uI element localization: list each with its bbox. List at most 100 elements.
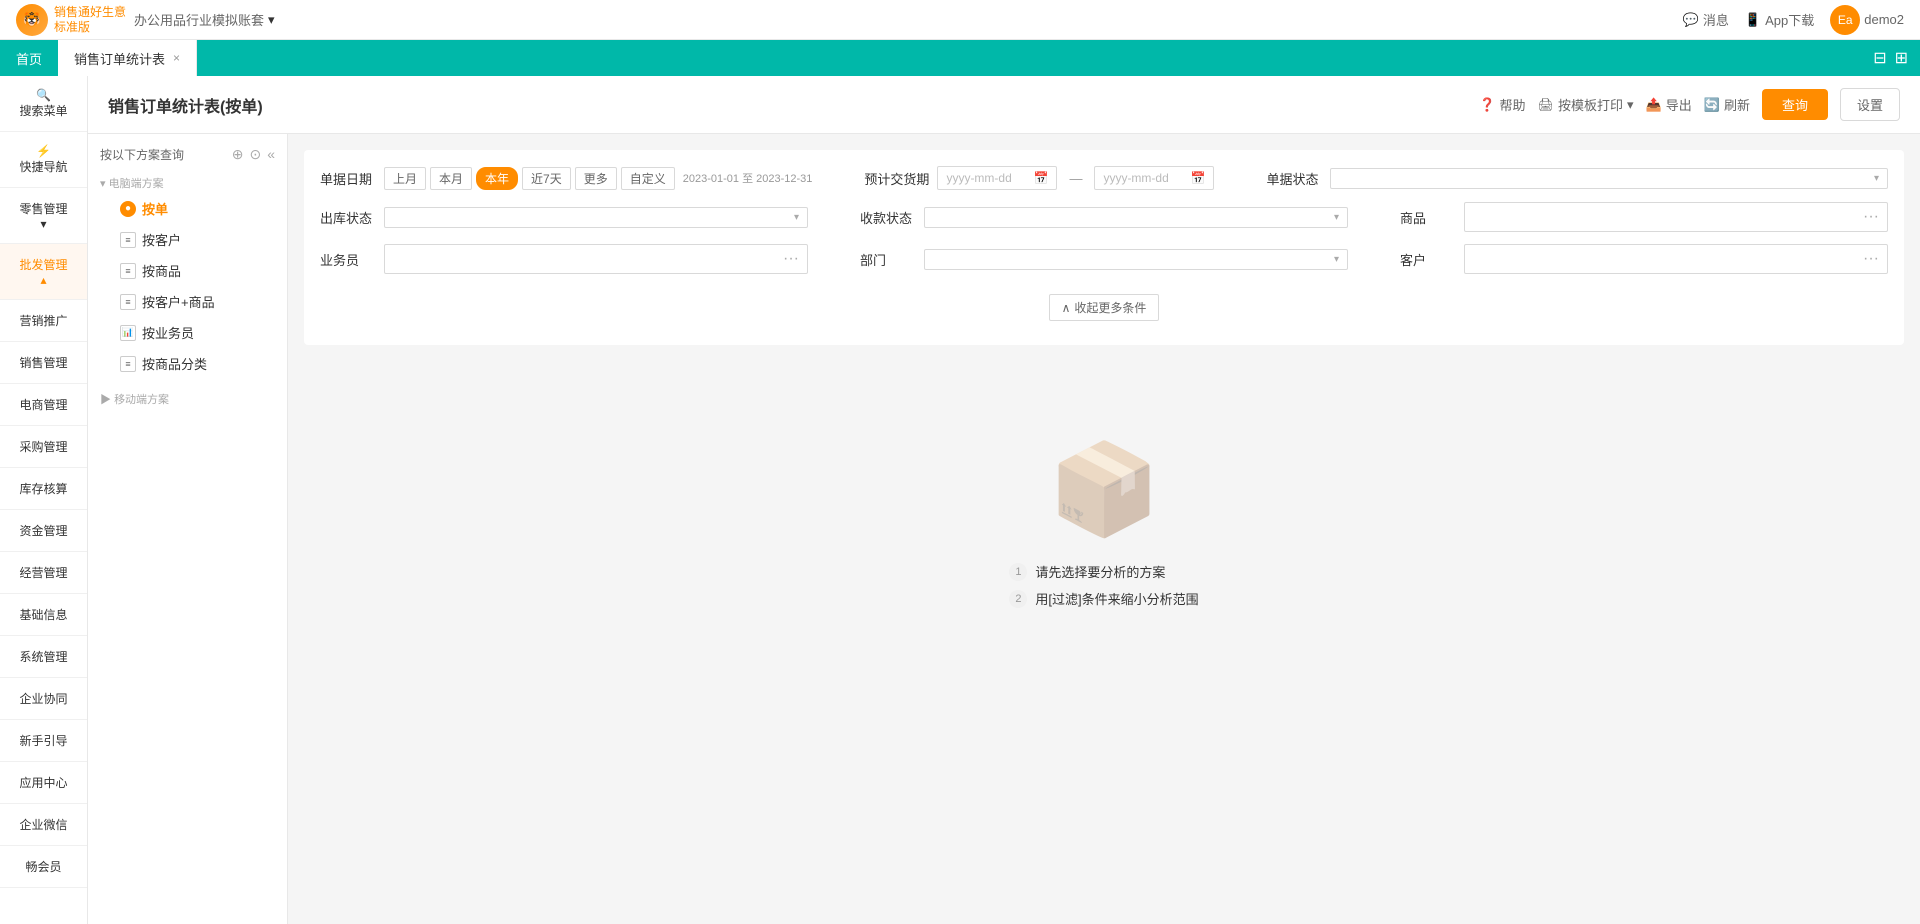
query-button[interactable]: 查询 xyxy=(1762,89,1828,120)
delivery-status-select[interactable]: ▾ xyxy=(384,207,808,228)
filter-payment-item: 收款状态 ▾ xyxy=(860,207,1348,228)
step1-num: 1 xyxy=(1009,563,1027,581)
edit-scheme-icon[interactable]: ⊙ xyxy=(249,146,261,163)
app-download-label: App下载 xyxy=(1765,10,1814,29)
left-panel-icons: ⊕ ⊙ « xyxy=(232,146,275,163)
delivery-label: 出库状态 xyxy=(320,208,376,227)
tab-label: 销售订单统计表 xyxy=(74,49,165,68)
tab-close-icon[interactable]: × xyxy=(173,51,180,65)
sidebar-item-operation[interactable]: 经营管理 xyxy=(0,552,87,594)
department-select[interactable]: ▾ xyxy=(924,249,1348,270)
expected-date-end[interactable]: yyyy-mm-dd 📅 xyxy=(1094,166,1214,190)
salesperson-dots-icon[interactable]: ··· xyxy=(783,250,799,268)
scheme-by-salesperson[interactable]: 📊 按业务员 xyxy=(88,317,287,348)
step1-text: 请先选择要分析的方案 xyxy=(1035,562,1165,581)
help-icon: ❓ xyxy=(1479,97,1495,113)
customer-dots-icon[interactable]: ··· xyxy=(1863,250,1879,268)
refresh-button[interactable]: 🔄 刷新 xyxy=(1704,95,1750,114)
main-content: 单据日期 上月 本月 本年 近7天 更多 自定义 2023-01-01 至 20… xyxy=(288,134,1920,924)
collapse-chevron-icon: ∧ xyxy=(1062,301,1071,315)
date-shortcuts: 上月 本月 本年 近7天 更多 自定义 xyxy=(384,167,675,190)
sidebar-item-basic[interactable]: 基础信息 xyxy=(0,594,87,636)
product-input[interactable]: ··· xyxy=(1464,202,1888,232)
sidebar-item-inventory[interactable]: 库存核算 xyxy=(0,468,87,510)
expected-date-start[interactable]: yyyy-mm-dd 📅 xyxy=(937,166,1057,190)
help-button[interactable]: ❓ 帮助 xyxy=(1479,95,1525,114)
collapse-button[interactable]: ∧ 收起更多条件 xyxy=(1049,294,1160,321)
app-download-button[interactable]: 📱 App下载 xyxy=(1745,10,1814,29)
account-dropdown[interactable]: 办公用品行业模拟账套 ▾ xyxy=(134,10,275,29)
calendar2-icon: 📅 xyxy=(1190,171,1205,185)
filter-salesperson-item: 业务员 ··· xyxy=(320,244,808,274)
retail-arrow-icon: ▾ xyxy=(40,217,46,231)
delivery-arrow-icon: ▾ xyxy=(794,212,799,223)
user-menu[interactable]: Ea demo2 xyxy=(1830,5,1904,35)
collapse-panel-icon[interactable]: « xyxy=(267,146,275,163)
payment-arrow-icon: ▾ xyxy=(1334,212,1339,223)
scheme-by-product[interactable]: ≡ 按商品 xyxy=(88,255,287,286)
scheme-by-customer[interactable]: ≡ 按客户 xyxy=(88,224,287,255)
by-salesperson-icon: 📊 xyxy=(120,325,136,341)
scheme-by-customer-product[interactable]: ≡ 按客户+商品 xyxy=(88,286,287,317)
maximize-icon[interactable]: ⊞ xyxy=(1895,48,1908,68)
message-icon: 💬 xyxy=(1683,12,1699,28)
settings-button[interactable]: 设置 xyxy=(1840,88,1900,121)
dropdown-arrow-icon: ▾ xyxy=(268,12,275,28)
scheme-by-order[interactable]: ● 按单 xyxy=(88,193,287,224)
sidebar-item-wholesale[interactable]: 批发管理 ▴ xyxy=(0,244,87,300)
add-scheme-icon[interactable]: ⊕ xyxy=(232,146,244,163)
sidebar-item-newbie[interactable]: 新手引导 xyxy=(0,720,87,762)
customer-input[interactable]: ··· xyxy=(1464,244,1888,274)
export-icon: 📤 xyxy=(1646,97,1662,113)
print-icon: 🖨 xyxy=(1538,97,1555,113)
sidebar-item-ecommerce[interactable]: 电商管理 xyxy=(0,384,87,426)
sidebar-item-purchase[interactable]: 采购管理 xyxy=(0,426,87,468)
sidebar-item-retail[interactable]: 零售管理 ▾ xyxy=(0,188,87,244)
sidebar-item-enterprise[interactable]: 企业协同 xyxy=(0,678,87,720)
filter-row-1: 单据日期 上月 本月 本年 近7天 更多 自定义 2023-01-01 至 20… xyxy=(320,166,1888,190)
order-status-arrow-icon: ▾ xyxy=(1874,173,1879,184)
export-button[interactable]: 📤 导出 xyxy=(1646,95,1692,114)
mobile-section-label: ▶ 移动端方案 xyxy=(88,387,287,409)
sidebar-item-sales[interactable]: 销售管理 xyxy=(0,342,87,384)
avatar: Ea xyxy=(1830,5,1860,35)
sidebar-item-system[interactable]: 系统管理 xyxy=(0,636,87,678)
btn-custom[interactable]: 自定义 xyxy=(621,167,675,190)
refresh-icon: 🔄 xyxy=(1704,97,1720,113)
inner-layout: 按以下方案查询 ⊕ ⊙ « ▾ 电脑端方案 ● 按单 ≡ xyxy=(88,134,1920,924)
sidebar-item-quicknav[interactable]: ⚡ 快捷导航 xyxy=(0,132,87,188)
step2-text: 用[过滤]条件来缩小分析范围 xyxy=(1035,589,1198,608)
minimize-icon[interactable]: ⊟ xyxy=(1873,48,1886,68)
message-button[interactable]: 💬 消息 xyxy=(1683,10,1729,29)
tab-home[interactable]: 首页 xyxy=(0,40,58,76)
sidebar-item-marketing[interactable]: 营销推广 xyxy=(0,300,87,342)
btn-this-year[interactable]: 本年 xyxy=(476,167,518,190)
by-customer-product-icon: ≡ xyxy=(120,294,136,310)
print-button[interactable]: 🖨 按模板打印 ▾ xyxy=(1538,95,1634,114)
scheme-by-category[interactable]: ≡ 按商品分类 xyxy=(88,348,287,379)
btn-this-month[interactable]: 本月 xyxy=(430,167,472,190)
by-customer-icon: ≡ xyxy=(120,232,136,248)
btn-more[interactable]: 更多 xyxy=(575,167,617,190)
department-arrow-icon: ▾ xyxy=(1334,254,1339,265)
right-panel: 单据日期 上月 本月 本年 近7天 更多 自定义 2023-01-01 至 20… xyxy=(288,134,1920,924)
page-header: 销售订单统计表(按单) ❓ 帮助 🖨 按模板打印 ▾ 📤 导出 🔄 刷新 xyxy=(88,76,1920,134)
date-filter-label: 单据日期 xyxy=(320,169,376,188)
sidebar-item-search[interactable]: 🔍 搜索菜单 xyxy=(0,76,87,132)
sidebar-item-wechat[interactable]: 企业微信 xyxy=(0,804,87,846)
payment-status-select[interactable]: ▾ xyxy=(924,207,1348,228)
product-label: 商品 xyxy=(1400,208,1456,227)
filter-date-item: 单据日期 上月 本月 本年 近7天 更多 自定义 2023-01-01 至 20… xyxy=(320,167,812,190)
order-status-select[interactable]: ▾ xyxy=(1330,168,1888,189)
pc-chevron-icon: ▾ xyxy=(100,178,106,190)
main-layout: 🔍 搜索菜单 ⚡ 快捷导航 零售管理 ▾ 批发管理 ▴ 营销推广 销售管理 电商… xyxy=(0,76,1920,924)
product-dots-icon[interactable]: ··· xyxy=(1863,208,1879,226)
btn-last7[interactable]: 近7天 xyxy=(522,167,571,190)
salesperson-input[interactable]: ··· xyxy=(384,244,808,274)
btn-prev-month[interactable]: 上月 xyxy=(384,167,426,190)
sidebar-item-finance[interactable]: 资金管理 xyxy=(0,510,87,552)
sidebar-item-appstore[interactable]: 应用中心 xyxy=(0,762,87,804)
tab-sales-stats[interactable]: 销售订单统计表 × xyxy=(58,40,197,76)
sidebar-item-member[interactable]: 畅会员 xyxy=(0,846,87,888)
mobile-chevron-icon: ▶ xyxy=(100,394,111,406)
